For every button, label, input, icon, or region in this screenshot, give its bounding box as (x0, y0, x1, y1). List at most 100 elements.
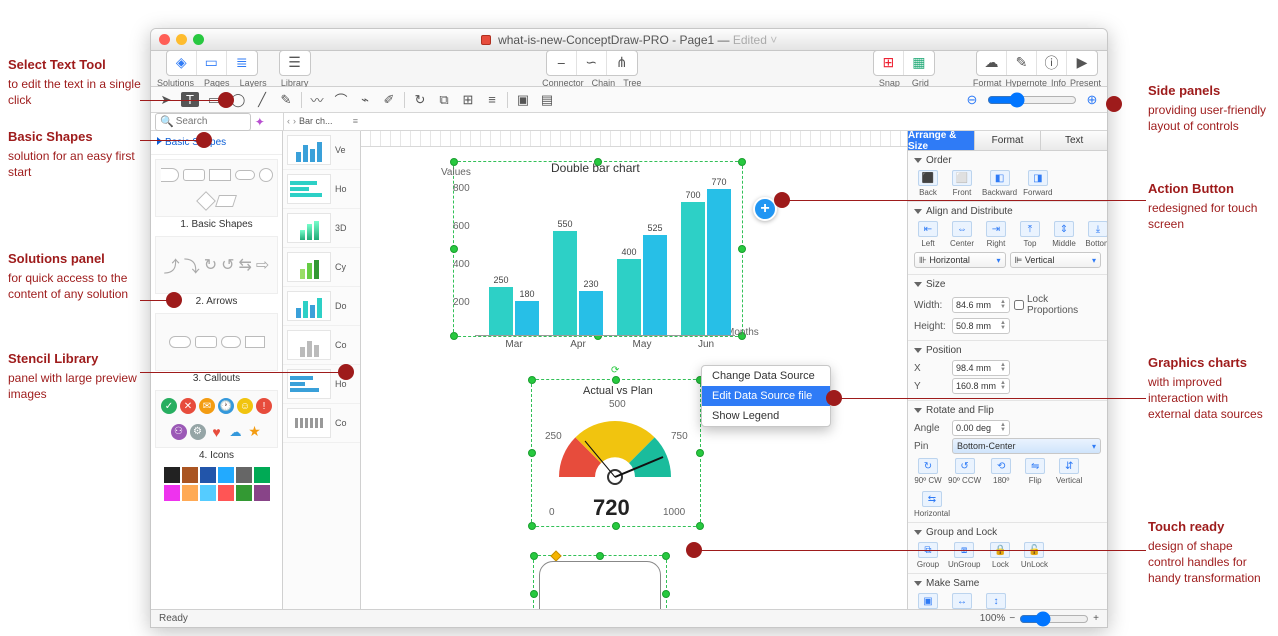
info-button[interactable]: ⓘ (1037, 51, 1067, 75)
solution-item[interactable]: 3. Callouts (151, 309, 282, 386)
align-left-button[interactable]: ⇤Left (914, 221, 942, 248)
flip-button[interactable]: ⇋Flip (1021, 458, 1049, 485)
zoom-slider[interactable] (987, 92, 1077, 108)
order-front-button[interactable]: ⬜Front (948, 170, 976, 197)
tree-button[interactable]: ⋔ (607, 51, 637, 75)
zoom-in-icon[interactable]: + (1093, 613, 1099, 624)
lock-proportions-checkbox[interactable]: Lock Proportions (1014, 294, 1048, 316)
library-item[interactable]: Do (283, 287, 360, 326)
crop-tool[interactable]: ⧉ (435, 92, 453, 108)
menu-item[interactable]: Change Data Source (702, 366, 830, 386)
rotate-cw-button[interactable]: ↻90º CW (914, 458, 942, 485)
solution-item[interactable]: 1. Basic Shapes (151, 155, 282, 232)
library-item[interactable]: 3D (283, 209, 360, 248)
lib-prev-icon[interactable]: ‹ (287, 116, 290, 126)
curve-tool[interactable]: 〰 (308, 90, 326, 109)
freehand-tool[interactable]: ✐ (380, 92, 398, 108)
gauge-chart[interactable] (545, 397, 685, 507)
distribute-h-select[interactable]: ⊪ Horizontal▾ (914, 252, 1006, 268)
bar[interactable] (617, 259, 641, 335)
polyline-tool[interactable]: ⌁ (356, 92, 374, 108)
same-size-button[interactable]: ▣Size (914, 593, 942, 609)
connector-button[interactable]: ⎯ (547, 51, 577, 75)
solution-item[interactable]: ✓ ✕ ✉ 🕐 ☺ ! ⚇ ⚙ ♥ ☁ ★ 4. Icons (151, 386, 282, 463)
rotate-180-button[interactable]: ⟲180º (987, 458, 1015, 485)
bar[interactable] (579, 291, 603, 335)
zoom-in-button[interactable]: ⊕ (1083, 92, 1101, 108)
align-center-button[interactable]: ⇔Center (948, 221, 976, 248)
library-item[interactable]: Ho (283, 170, 360, 209)
zoom-out-button[interactable]: ⊖ (963, 92, 981, 108)
stroke-tool[interactable]: ▤ (538, 92, 556, 108)
y-input[interactable]: 160.8 mm▲▼ (952, 378, 1010, 394)
group-tool[interactable]: ⊞ (459, 92, 477, 108)
flip-h-button[interactable]: ⇆Horizontal (914, 491, 950, 518)
layers-button[interactable]: ≣ (227, 51, 257, 75)
solutions-header[interactable]: Basic Shapes (151, 131, 282, 155)
unlock-button[interactable]: 🔓UnLock (1020, 542, 1048, 569)
snap-button[interactable]: ⊞ (874, 51, 904, 75)
line-tool[interactable]: ╱ (253, 92, 271, 108)
hypernote-button[interactable]: ✎ (1007, 51, 1037, 75)
library-item[interactable]: Ve (283, 131, 360, 170)
zoom-slider-footer[interactable] (1019, 611, 1089, 627)
arc-tool[interactable]: ⌒ (332, 90, 350, 109)
context-menu[interactable]: Change Data Source Edit Data Source file… (701, 365, 831, 427)
order-back-button[interactable]: ⬛Back (914, 170, 942, 197)
same-width-button[interactable]: ↔Width (948, 593, 976, 609)
pages-button[interactable]: ▭ (197, 51, 227, 75)
titlebar[interactable]: what-is-new-ConceptDraw-PRO - Page1 — Ed… (151, 29, 1107, 51)
flip-v-button[interactable]: ⇵Vertical (1055, 458, 1083, 485)
order-forward-button[interactable]: ◨Forward (1023, 170, 1052, 197)
lib-next-icon[interactable]: › (293, 116, 296, 126)
pin-select[interactable]: Bottom-Center▾ (952, 438, 1101, 454)
bar[interactable] (681, 202, 705, 335)
zoom-out-icon[interactable]: − (1009, 613, 1015, 624)
bar[interactable] (643, 235, 667, 335)
same-height-button[interactable]: ↕Height (982, 593, 1010, 609)
library-item[interactable]: Co (283, 326, 360, 365)
lib-tab-label[interactable]: Bar ch... (299, 116, 350, 126)
group-button[interactable]: ⧉Group (914, 542, 942, 569)
pen-tool[interactable]: ✎ (277, 92, 295, 108)
height-input[interactable]: 50.8 mm▲▼ (952, 318, 1010, 334)
bar[interactable] (515, 301, 539, 335)
bar[interactable] (707, 189, 731, 335)
menu-item[interactable]: Edit Data Source file (702, 386, 830, 406)
align-middle-button[interactable]: ⇕Middle (1050, 221, 1078, 248)
ungroup-button[interactable]: ⧈UnGroup (948, 542, 980, 569)
angle-input[interactable]: 0.00 deg▲▼ (952, 420, 1010, 436)
rotate-ccw-button[interactable]: ↺90º CCW (948, 458, 981, 485)
tab-format[interactable]: Format (975, 131, 1042, 150)
bar[interactable] (553, 231, 577, 335)
bar[interactable] (489, 287, 513, 335)
search-input[interactable]: 🔍 (155, 113, 251, 131)
library-item[interactable]: Co (283, 404, 360, 443)
fill-tool[interactable]: ▣ (514, 92, 532, 108)
library-button[interactable]: ☰ (280, 51, 310, 75)
rounded-rect-shape[interactable] (539, 561, 661, 609)
solution-swatches[interactable] (151, 463, 282, 503)
order-backward-button[interactable]: ◧Backward (982, 170, 1017, 197)
lib-menu-icon[interactable]: ≡ (353, 116, 358, 126)
chain-button[interactable]: ∽ (577, 51, 607, 75)
wand-icon[interactable]: ✦ (255, 115, 265, 129)
align-top-button[interactable]: ⤒Top (1016, 221, 1044, 248)
format-button[interactable]: ☁ (977, 51, 1007, 75)
width-input[interactable]: 84.6 mm▲▼ (952, 297, 1010, 313)
align-bottom-button[interactable]: ⤓Bottom (1084, 221, 1107, 248)
solutions-button[interactable]: ◈ (167, 51, 197, 75)
tab-arrange[interactable]: Arrange & Size (908, 131, 975, 150)
grid-button[interactable]: ▦ (904, 51, 934, 75)
align-tool[interactable]: ≡ (483, 92, 501, 107)
x-input[interactable]: 98.4 mm▲▼ (952, 360, 1010, 376)
library-item[interactable]: Cy (283, 248, 360, 287)
canvas-area[interactable]: Double bar chart Values Months 200 400 6… (361, 131, 907, 609)
rotate-tool[interactable]: ↻ (411, 92, 429, 108)
distribute-v-select[interactable]: ⊫ Vertical▾ (1010, 252, 1102, 268)
lock-button[interactable]: 🔒Lock (986, 542, 1014, 569)
menu-item[interactable]: Show Legend (702, 406, 830, 426)
align-right-button[interactable]: ⇥Right (982, 221, 1010, 248)
tab-text[interactable]: Text (1041, 131, 1107, 150)
present-button[interactable]: ▶ (1067, 51, 1097, 75)
